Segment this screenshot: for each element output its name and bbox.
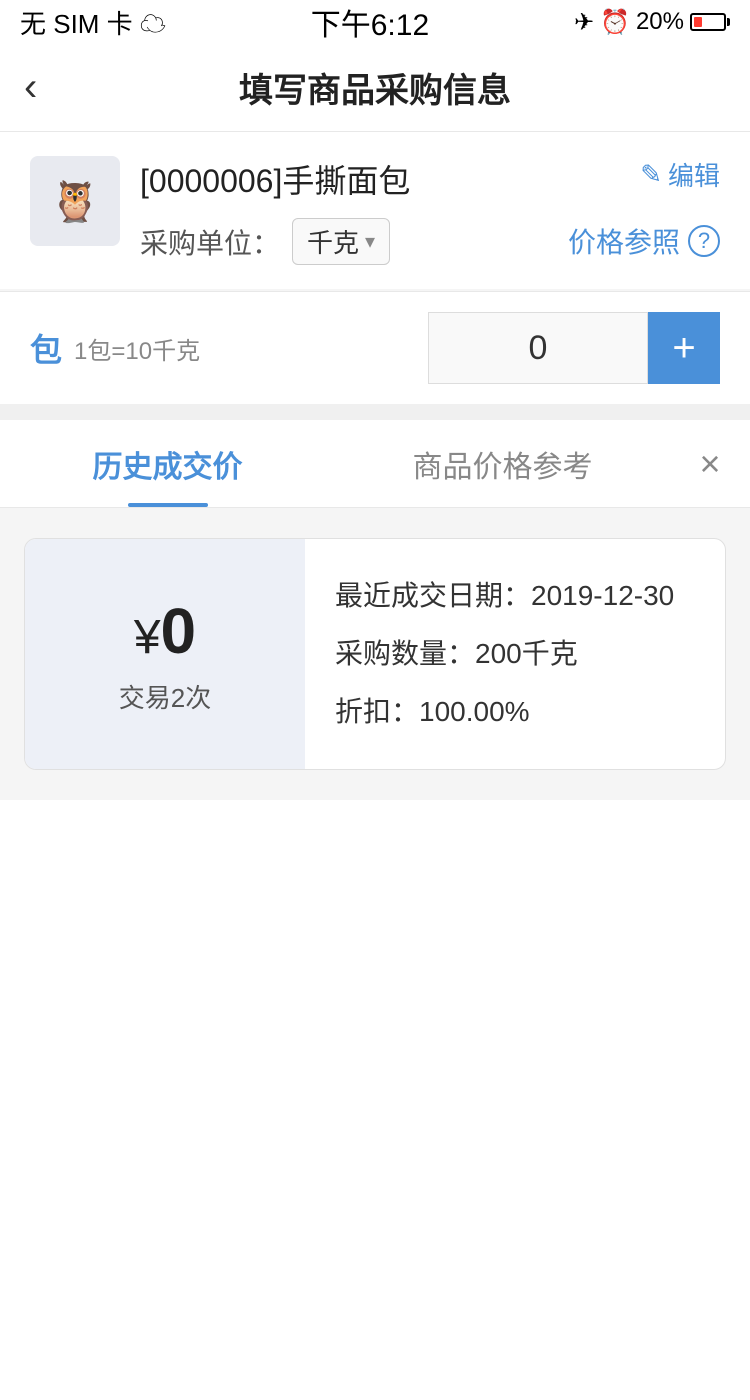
recent-date-value: 2019-12-30 (531, 580, 674, 611)
product-left: 🦉 [0000006]手撕面包 采购单位： 千克 ▾ (30, 156, 410, 265)
page-title: 填写商品采购信息 (239, 63, 511, 112)
price-reference-section: ¥0 交易2次 最近成交日期：2019-12-30 采购数量：200千克 折扣：… (0, 508, 750, 800)
price-reference-button[interactable]: 价格参照 ? (568, 221, 720, 261)
status-right: ✈ ⏰ 20% (574, 8, 730, 37)
yen-symbol: ¥ (134, 611, 161, 664)
purchase-qty-label: 采购数量： (335, 638, 475, 669)
price-value: 0 (161, 595, 197, 667)
price-ref-label: 价格参照 (568, 221, 680, 261)
status-bar: 无 SIM 卡 ☁ 下午6:12 ✈ ⏰ 20% (0, 0, 750, 44)
location-icon: ✈ (574, 8, 594, 37)
edit-button[interactable]: ✎ 编辑 (640, 156, 720, 193)
nav-header: ‹ 填写商品采购信息 (0, 44, 750, 132)
unit-label: 包 1包=10千克 (30, 325, 200, 371)
tab-history-price[interactable]: 历史成交价 (0, 420, 335, 507)
quantity-input[interactable] (428, 312, 648, 384)
recent-date-row: 最近成交日期：2019-12-30 (335, 575, 695, 617)
unit-conversion: 1包=10千克 (74, 331, 200, 366)
unit-value: 千克 (307, 223, 359, 260)
trade-count: 交易2次 (119, 678, 211, 715)
tab-active-indicator (128, 503, 208, 507)
dropdown-arrow-icon: ▾ (365, 229, 375, 254)
product-name: [0000006]手撕面包 (140, 156, 410, 202)
status-left: 无 SIM 卡 ☁ (20, 4, 166, 41)
price-amount: ¥0 (134, 594, 196, 668)
price-card: ¥0 交易2次 最近成交日期：2019-12-30 采购数量：200千克 折扣：… (24, 538, 726, 770)
tab-bar: 历史成交价 商品价格参考 × (0, 420, 750, 508)
unit-dropdown[interactable]: 千克 ▾ (292, 218, 390, 265)
price-card-left: ¥0 交易2次 (25, 539, 305, 769)
tab-product-price[interactable]: 商品价格参考 (335, 420, 670, 507)
help-circle-icon: ? (688, 225, 720, 257)
purchase-unit-row: 采购单位： 千克 ▾ (140, 218, 410, 265)
quantity-plus-button[interactable]: + (648, 312, 720, 384)
purchase-qty-row: 采购数量：200千克 (335, 633, 695, 675)
discount-value: 100.00% (419, 696, 530, 727)
product-header: 🦉 [0000006]手撕面包 采购单位： 千克 ▾ ✎ 编辑 价格参照 (30, 156, 720, 265)
edit-label: 编辑 (668, 156, 720, 193)
quantity-section: 包 1包=10千克 + (0, 291, 750, 404)
product-thumbnail: 🦉 (30, 156, 120, 246)
status-time: 下午6:12 (311, 0, 429, 44)
battery-percent: 20% (636, 8, 684, 36)
discount-label: 折扣： (335, 696, 419, 727)
tab-close-button[interactable]: × (670, 443, 750, 485)
section-divider (0, 404, 750, 420)
bottom-area (0, 800, 750, 1400)
price-card-right: 最近成交日期：2019-12-30 采购数量：200千克 折扣：100.00% (305, 539, 725, 769)
tab-history-label: 历史成交价 (93, 442, 243, 486)
back-button[interactable]: ‹ (24, 65, 37, 110)
edit-icon: ✎ (640, 159, 662, 190)
quantity-control: + (428, 312, 720, 384)
product-info: [0000006]手撕面包 采购单位： 千克 ▾ (140, 156, 410, 265)
purchase-unit-label: 采购单位： (140, 222, 280, 262)
product-logo-icon: 🦉 (50, 178, 100, 225)
tab-product-label: 商品价格参考 (413, 442, 593, 486)
alarm-icon: ⏰ (600, 8, 630, 37)
product-card: 🦉 [0000006]手撕面包 采购单位： 千克 ▾ ✎ 编辑 价格参照 (0, 132, 750, 289)
recent-date-label: 最近成交日期： (335, 580, 531, 611)
discount-row: 折扣：100.00% (335, 691, 695, 733)
sim-label: 无 SIM 卡 ☁ (20, 4, 166, 41)
battery-icon (690, 13, 730, 31)
purchase-qty-value: 200千克 (475, 638, 578, 669)
unit-name: 包 (30, 325, 62, 371)
